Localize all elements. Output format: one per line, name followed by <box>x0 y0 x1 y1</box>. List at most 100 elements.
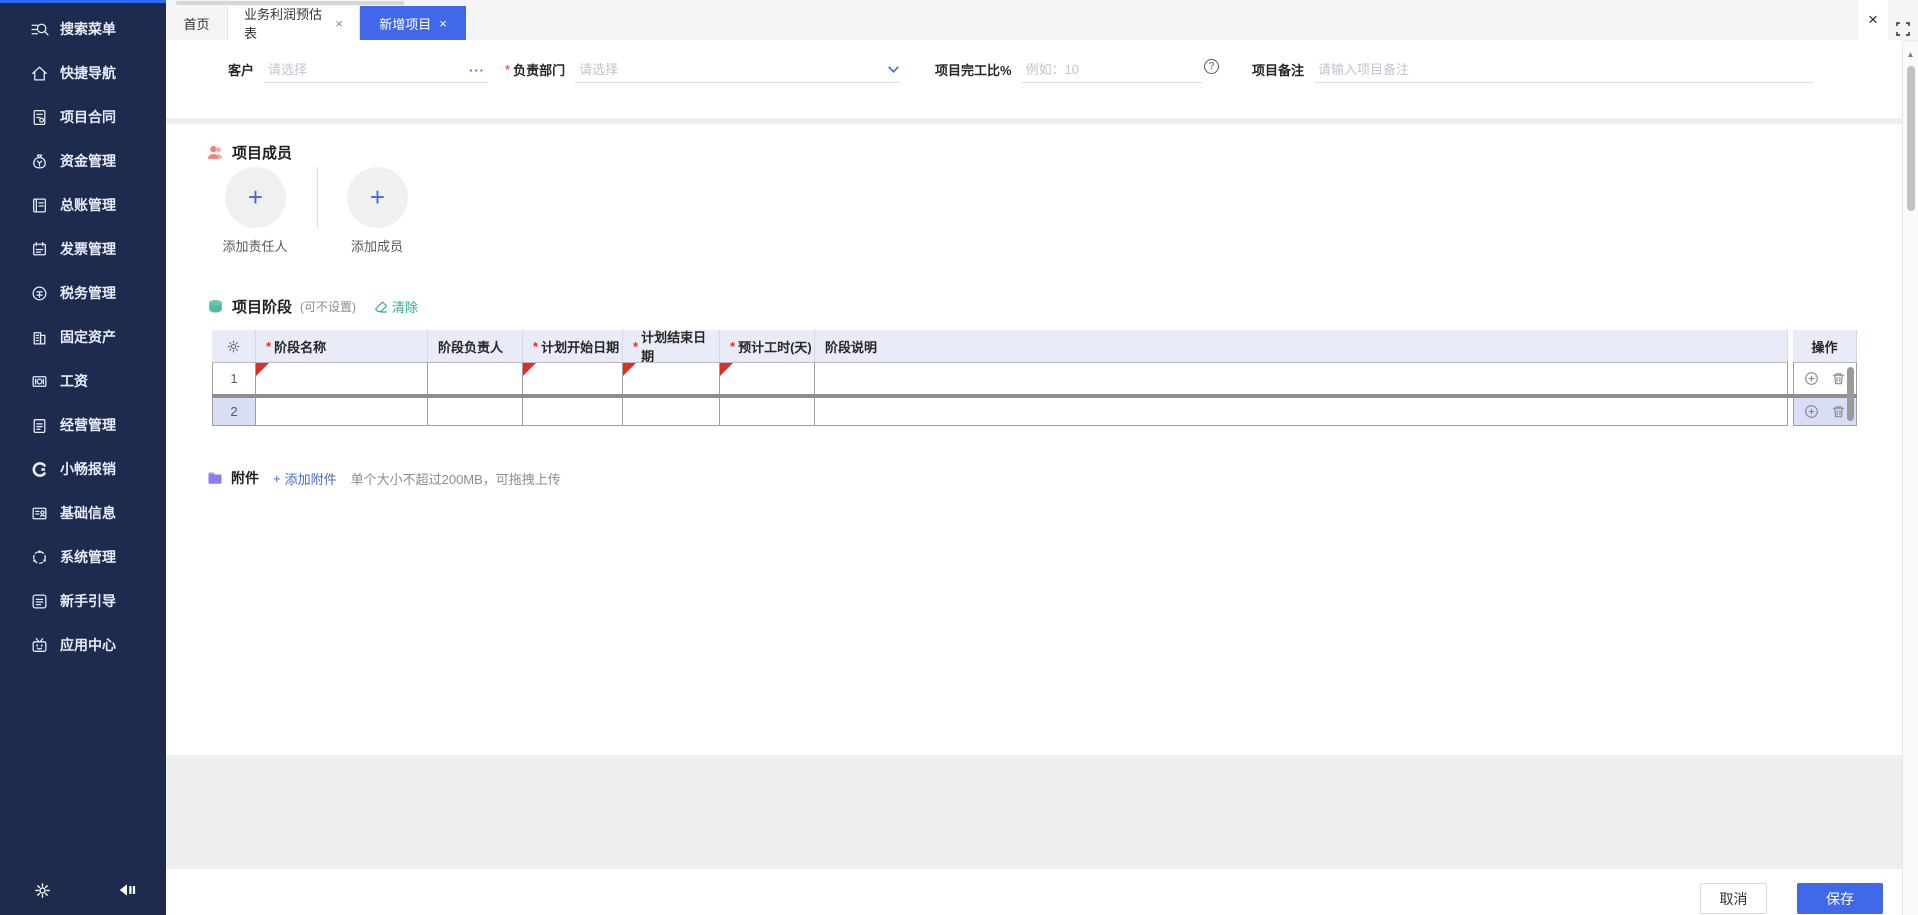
sidebar-item-label: 快捷导航 <box>60 65 116 81</box>
sidebar-item-system[interactable]: 系统管理 <box>0 535 166 579</box>
add-member-button[interactable]: + <box>347 167 408 228</box>
stage-desc-cell[interactable] <box>815 362 1788 394</box>
scroll-up-arrow[interactable]: ▲ <box>1903 50 1918 59</box>
sidebar-accent-line <box>0 0 166 3</box>
id-card-icon <box>32 507 47 519</box>
stage-name-cell[interactable] <box>256 398 428 426</box>
insert-row-icon[interactable] <box>1804 371 1819 386</box>
sidebar-item-quick-nav[interactable]: 快捷导航 <box>0 51 166 95</box>
tab-close-icon[interactable]: × <box>335 16 343 31</box>
project-form-row: 客户 请选择 ··· * 负责部门 请选择 项目完工比% 例如：10 ? 项目备… <box>166 40 1902 118</box>
stage-name-cell[interactable] <box>256 362 428 394</box>
footer-bar: 取消 保存 <box>166 868 1902 915</box>
column-settings-gear-icon[interactable] <box>226 339 241 354</box>
estimated-hours-cell[interactable] <box>720 398 815 426</box>
sidebar-item-label: 工资 <box>60 373 88 389</box>
required-corner-flag <box>623 363 636 376</box>
header-label: 计划开始日期 <box>541 339 620 355</box>
close-page-button[interactable]: × <box>1858 0 1888 40</box>
required-asterisk: * <box>505 61 511 77</box>
sidebar-menu: 搜索菜单 快捷导航 项目合同 资金管理 总账管理 发票管理 税务管理 固定资产 … <box>0 7 166 667</box>
sidebar-item-label: 应用中心 <box>60 637 116 653</box>
sidebar-item-label: 税务管理 <box>60 285 116 301</box>
insert-row-icon[interactable] <box>1804 404 1819 419</box>
completion-input[interactable]: 例如：10 <box>1021 55 1202 83</box>
delete-row-icon[interactable] <box>1831 371 1846 386</box>
settings-gear-icon[interactable] <box>34 882 51 899</box>
sidebar-item-basic-info[interactable]: 基础信息 <box>0 491 166 535</box>
sidebar-item-label: 固定资产 <box>60 329 116 345</box>
chevron-down-icon[interactable] <box>887 63 900 76</box>
attachments-title-text: 附件 <box>231 470 259 486</box>
customer-input[interactable]: 请选择 ··· <box>264 55 488 83</box>
plan-end-cell[interactable] <box>623 398 720 426</box>
remark-placeholder: 请输入项目备注 <box>1318 62 1410 77</box>
sidebar-item-salary[interactable]: 工资 <box>0 359 166 403</box>
required-asterisk: * <box>730 338 736 354</box>
collapse-sidebar-icon[interactable] <box>118 882 136 898</box>
stage-owner-cell[interactable] <box>428 362 523 394</box>
sidebar-item-expense[interactable]: 小畅报销 <box>0 447 166 491</box>
estimated-hours-cell[interactable] <box>720 362 815 394</box>
department-select[interactable]: 请选择 <box>575 55 901 83</box>
sidebar-item-invoice[interactable]: 发票管理 <box>0 227 166 271</box>
plan-end-cell[interactable] <box>623 362 720 394</box>
tab-label: 新增项目 <box>379 16 432 32</box>
vertical-scrollbar[interactable]: ▲ <box>1902 42 1918 915</box>
sidebar-item-label: 经营管理 <box>60 417 116 433</box>
tab-close-icon[interactable]: × <box>439 16 447 31</box>
salary-card-icon <box>32 375 47 387</box>
sidebar-item-search-menu[interactable]: 搜索菜单 <box>0 7 166 51</box>
sidebar-item-project-contract[interactable]: 项目合同 <box>0 95 166 139</box>
sidebar-item-label: 发票管理 <box>60 241 116 257</box>
delete-row-icon[interactable] <box>1831 404 1846 419</box>
help-question-icon[interactable]: ? <box>1204 59 1219 74</box>
stages-title-text: 项目阶段 <box>232 299 293 316</box>
required-corner-flag <box>256 363 269 376</box>
tab-new-project[interactable]: 新增项目 × <box>360 6 466 40</box>
plan-start-cell[interactable] <box>523 398 623 426</box>
add-owner-label: 添加责任人 <box>222 239 288 254</box>
clear-stages-link[interactable]: 清除 <box>374 297 418 316</box>
sidebar-item-funds[interactable]: 资金管理 <box>0 139 166 183</box>
tab-home[interactable]: 首页 <box>166 6 228 40</box>
save-button[interactable]: 保存 <box>1797 883 1883 914</box>
close-icon: × <box>1868 10 1878 29</box>
sidebar-item-newbie-guide[interactable]: 新手引导 <box>0 579 166 623</box>
header-stage-desc: 阶段说明 <box>815 330 1788 362</box>
stage-desc-cell[interactable] <box>815 398 1788 426</box>
remark-input[interactable]: 请输入项目备注 <box>1314 55 1815 83</box>
building-icon <box>33 331 46 344</box>
tab-business-profit-forecast[interactable]: 业务利润预估表 × <box>228 6 360 41</box>
sidebar-item-label: 小畅报销 <box>60 461 116 477</box>
attachment-folder-icon <box>208 472 222 484</box>
members-divider <box>317 167 318 228</box>
sidebar-item-operations[interactable]: 经营管理 <box>0 403 166 447</box>
table-scrollbar-thumb[interactable] <box>1847 367 1854 421</box>
vertical-scrollbar-thumb[interactable] <box>1907 66 1915 211</box>
customer-field: 客户 请选择 ··· <box>228 54 488 84</box>
fullscreen-icon[interactable] <box>1896 22 1910 36</box>
add-owner-button[interactable]: + <box>225 167 286 228</box>
app-center-icon <box>32 637 47 652</box>
cancel-button[interactable]: 取消 <box>1700 883 1767 914</box>
sidebar-item-app-center[interactable]: 应用中心 <box>0 623 166 667</box>
stage-owner-cell[interactable] <box>428 398 523 426</box>
sidebar-item-fixed-assets[interactable]: 固定资产 <box>0 315 166 359</box>
row-number-cell: 2 <box>212 398 256 426</box>
tax-icon <box>32 286 47 300</box>
completion-field: 项目完工比% 例如：10 <box>935 54 1202 84</box>
add-attachment-link[interactable]: + 添加附件 <box>273 469 337 488</box>
sidebar-item-tax[interactable]: 税务管理 <box>0 271 166 315</box>
sidebar-item-general-ledger[interactable]: 总账管理 <box>0 183 166 227</box>
ellipsis-more-icon[interactable]: ··· <box>469 63 485 78</box>
sidebar-item-label: 新手引导 <box>60 593 116 609</box>
tab-bar: 首页 业务利润预估表 × 新增项目 × <box>166 0 1918 41</box>
required-asterisk: * <box>266 338 272 354</box>
sidebar-item-label: 系统管理 <box>60 549 116 565</box>
header-label: 阶段说明 <box>825 339 878 355</box>
plan-start-cell[interactable] <box>523 362 623 394</box>
department-placeholder: 请选择 <box>579 62 619 77</box>
tab-label: 首页 <box>183 16 210 32</box>
sidebar: 搜索菜单 快捷导航 项目合同 资金管理 总账管理 发票管理 税务管理 固定资产 … <box>0 0 166 915</box>
